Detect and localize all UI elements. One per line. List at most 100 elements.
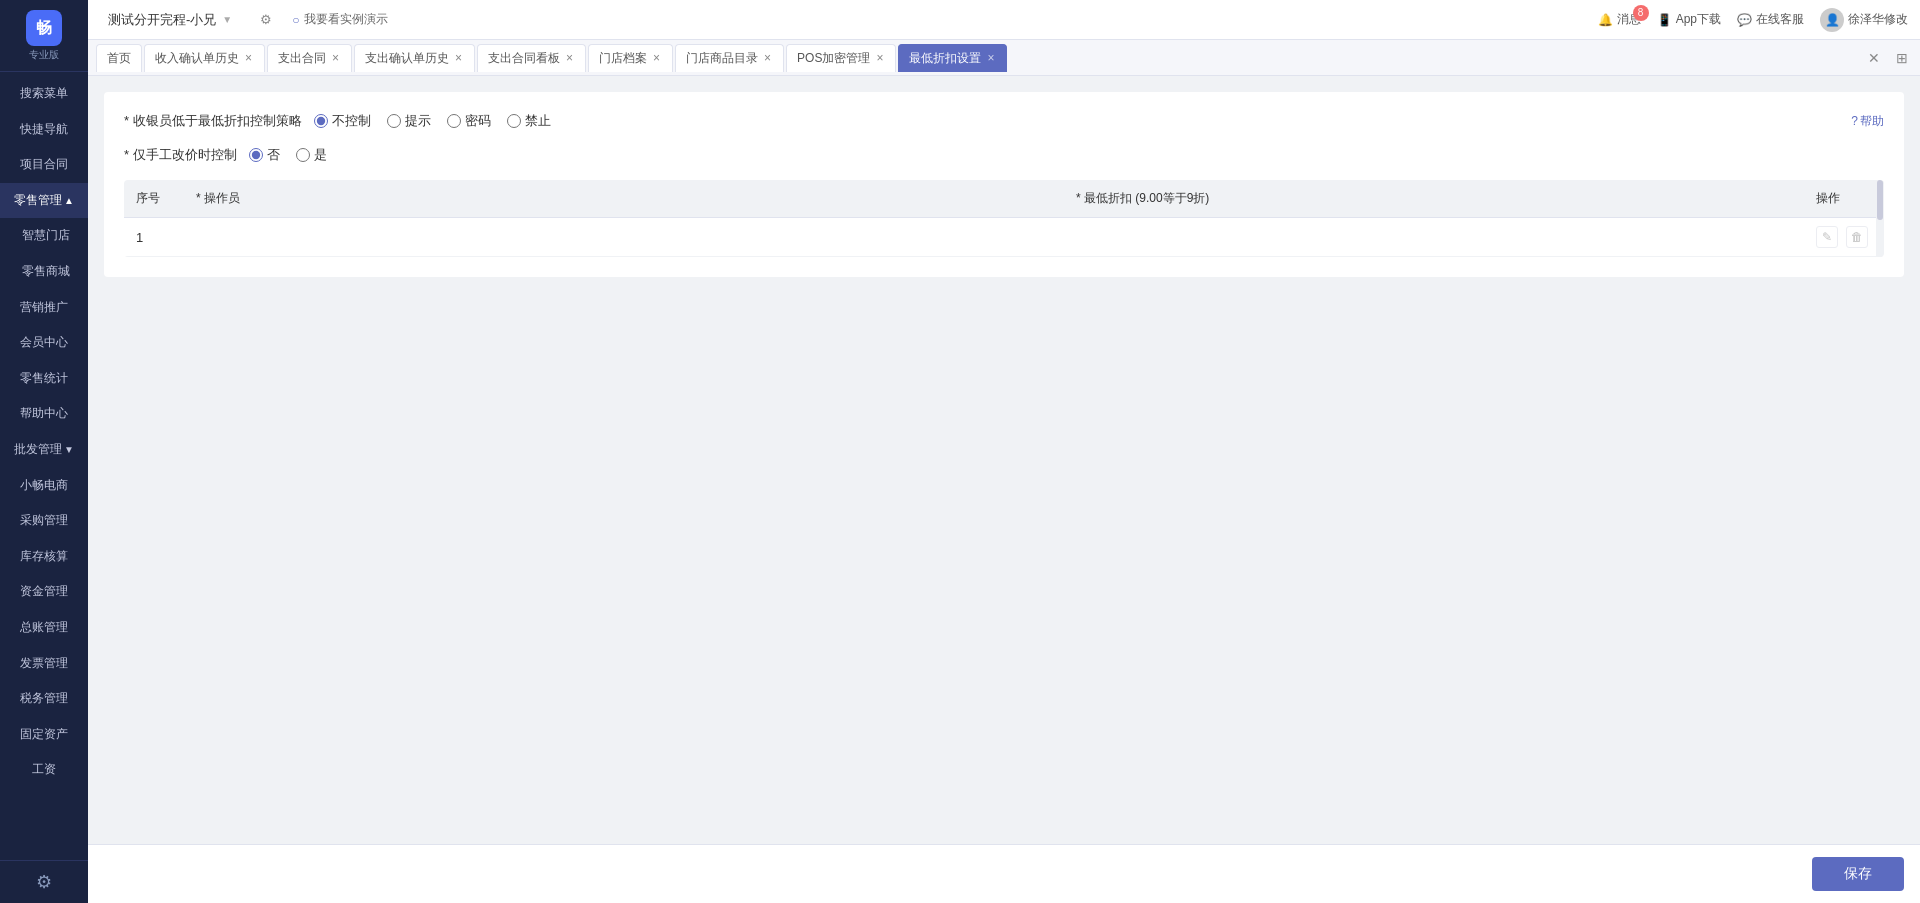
customer-service-button[interactable]: 💬 在线客服 xyxy=(1737,11,1804,28)
sidebar-item-label: 采购管理 xyxy=(20,513,68,529)
table-body: 1 ✎ 🗑 xyxy=(124,218,1884,257)
radio-remind-input[interactable] xyxy=(387,114,401,128)
form-row-1: * 收银员低于最低折扣控制策略 不控制 提示 密码 xyxy=(124,112,1884,130)
tab-payment-confirm-history[interactable]: 支出确认单历史 × xyxy=(354,44,475,72)
sidebar-item-member-center[interactable]: 会员中心 xyxy=(0,325,88,361)
radio-password-label: 密码 xyxy=(465,112,491,130)
chevron-up-icon: ▲ xyxy=(64,194,74,207)
save-button[interactable]: 保存 xyxy=(1812,857,1904,891)
radio-forbid-input[interactable] xyxy=(507,114,521,128)
help-icon: ? xyxy=(1851,114,1858,128)
sidebar-item-search[interactable]: 搜索菜单 xyxy=(0,76,88,112)
sidebar-item-salary[interactable]: 工资 xyxy=(0,752,88,788)
tab-close-icon[interactable]: × xyxy=(243,51,254,65)
project-dropdown-icon: ▼ xyxy=(222,14,232,25)
sidebar-item-tax-mgmt[interactable]: 税务管理 xyxy=(0,681,88,717)
sidebar-item-smart-store[interactable]: 智慧门店 xyxy=(0,218,88,254)
sidebar-item-retail-mall[interactable]: 零售商城 xyxy=(0,254,88,290)
sidebar-item-inventory[interactable]: 库存核算 xyxy=(0,539,88,575)
sidebar-item-accounting[interactable]: 总账管理 xyxy=(0,610,88,646)
cell-action: ✎ 🗑 xyxy=(1804,218,1884,257)
tab-menu-button[interactable]: ⊞ xyxy=(1892,48,1912,68)
tab-payment-contract[interactable]: 支出合同 × xyxy=(267,44,352,72)
sidebar-item-label: 工资 xyxy=(32,762,56,778)
sidebar-item-help-center[interactable]: 帮助中心 xyxy=(0,396,88,432)
radio-no-input[interactable] xyxy=(249,148,263,162)
sidebar-item-ecommerce[interactable]: 小畅电商 xyxy=(0,468,88,504)
tab-close-icon[interactable]: × xyxy=(762,51,773,65)
topbar-demo[interactable]: ○ 我要看实例演示 xyxy=(292,11,387,28)
user-menu[interactable]: 👤 徐泽华修改 xyxy=(1820,8,1908,32)
tab-home[interactable]: 首页 xyxy=(96,44,142,72)
sidebar-item-fixed-assets[interactable]: 固定资产 xyxy=(0,717,88,753)
project-name: 测试分开完程-小兄 xyxy=(108,11,216,29)
radio-password-input[interactable] xyxy=(447,114,461,128)
radio-yes[interactable]: 是 xyxy=(296,146,327,164)
tab-close-icon[interactable]: × xyxy=(564,51,575,65)
radio-no-control-input[interactable] xyxy=(314,114,328,128)
topbar-settings[interactable]: ⚙ xyxy=(252,8,280,31)
sidebar-item-marketing[interactable]: 营销推广 xyxy=(0,290,88,326)
help-button[interactable]: ? 帮助 xyxy=(1851,113,1884,130)
notifications-button[interactable]: 🔔 消息 8 xyxy=(1598,11,1641,28)
sidebar-item-retail-stats[interactable]: 零售统计 xyxy=(0,361,88,397)
sidebar-item-label: 税务管理 xyxy=(20,691,68,707)
table-header: 序号 * 操作员 * 最低折扣 (9.00等于9折) 操作 xyxy=(124,180,1884,218)
app-download-button[interactable]: 📱 App下载 xyxy=(1657,11,1721,28)
tab-close-button[interactable]: ✕ xyxy=(1864,48,1884,68)
tab-income-history[interactable]: 收入确认单历史 × xyxy=(144,44,265,72)
col-seq-header: 序号 xyxy=(124,180,184,218)
sidebar-bottom: ⚙ xyxy=(0,860,88,903)
delete-icon[interactable]: 🗑 xyxy=(1846,226,1868,248)
customer-service-icon: 💬 xyxy=(1737,13,1752,27)
tab-pos-password[interactable]: POS加密管理 × xyxy=(786,44,896,72)
field2-radio-group: 否 是 xyxy=(249,146,327,164)
radio-no-control[interactable]: 不控制 xyxy=(314,112,371,130)
tab-label: 支出合同看板 xyxy=(488,50,560,67)
sidebar-item-label: 零售统计 xyxy=(20,371,68,387)
form-card: * 收银员低于最低折扣控制策略 不控制 提示 密码 xyxy=(104,92,1904,277)
radio-password[interactable]: 密码 xyxy=(447,112,491,130)
tab-payment-contract-board[interactable]: 支出合同看板 × xyxy=(477,44,586,72)
tab-close-icon[interactable]: × xyxy=(985,51,996,65)
field2-label: * 仅手工改价时控制 xyxy=(124,146,237,164)
sidebar-item-purchase-mgmt[interactable]: 采购管理 xyxy=(0,503,88,539)
notification-badge: 8 xyxy=(1633,5,1649,21)
sidebar-item-capital-mgmt[interactable]: 资金管理 xyxy=(0,574,88,610)
sidebar-item-project-contract[interactable]: 项目合同 xyxy=(0,147,88,183)
topbar-project[interactable]: 测试分开完程-小兄 ▼ xyxy=(100,7,240,33)
sidebar-item-label: 库存核算 xyxy=(20,549,68,565)
table-row: 1 ✎ 🗑 xyxy=(124,218,1884,257)
logo-text: 专业版 xyxy=(29,48,59,61)
radio-remind[interactable]: 提示 xyxy=(387,112,431,130)
form-row-2: * 仅手工改价时控制 否 是 xyxy=(124,146,1884,164)
tab-close-icon[interactable]: × xyxy=(874,51,885,65)
edit-icon[interactable]: ✎ xyxy=(1816,226,1838,248)
radio-yes-input[interactable] xyxy=(296,148,310,162)
tab-label: POS加密管理 xyxy=(797,50,870,67)
sidebar-item-wholesale-mgmt[interactable]: 批发管理 ▼ xyxy=(0,432,88,468)
tab-min-discount[interactable]: 最低折扣设置 × xyxy=(898,44,1007,72)
tab-close-icon[interactable]: × xyxy=(330,51,341,65)
tab-close-icon[interactable]: × xyxy=(651,51,662,65)
radio-forbid[interactable]: 禁止 xyxy=(507,112,551,130)
tab-store-archive[interactable]: 门店档案 × xyxy=(588,44,673,72)
help-label: 帮助 xyxy=(1860,113,1884,130)
scrollbar-thumb[interactable] xyxy=(1877,180,1883,220)
tab-close-icon[interactable]: × xyxy=(453,51,464,65)
sidebar-item-invoice-mgmt[interactable]: 发票管理 xyxy=(0,646,88,682)
sidebar-item-retail-mgmt[interactable]: 零售管理 ▲ xyxy=(0,183,88,219)
app-download-icon: 📱 xyxy=(1657,13,1672,27)
sidebar-item-label: 批发管理 xyxy=(14,442,62,458)
field1-label: * 收银员低于最低折扣控制策略 xyxy=(124,112,302,130)
table-container: 序号 * 操作员 * 最低折扣 (9.00等于9折) 操作 1 ✎ xyxy=(124,180,1884,257)
demo-icon: ○ xyxy=(292,13,299,27)
sidebar-item-shortcut[interactable]: 快捷导航 xyxy=(0,112,88,148)
col-discount-header: * 最低折扣 (9.00等于9折) xyxy=(1064,180,1804,218)
tab-store-goods[interactable]: 门店商品目录 × xyxy=(675,44,784,72)
scrollbar-track[interactable] xyxy=(1876,180,1884,257)
topbar-right: 🔔 消息 8 📱 App下载 💬 在线客服 👤 徐泽华修改 xyxy=(1598,8,1908,32)
settings-icon[interactable]: ⚙ xyxy=(36,871,52,893)
page-content: * 收银员低于最低折扣控制策略 不控制 提示 密码 xyxy=(88,76,1920,844)
radio-no[interactable]: 否 xyxy=(249,146,280,164)
